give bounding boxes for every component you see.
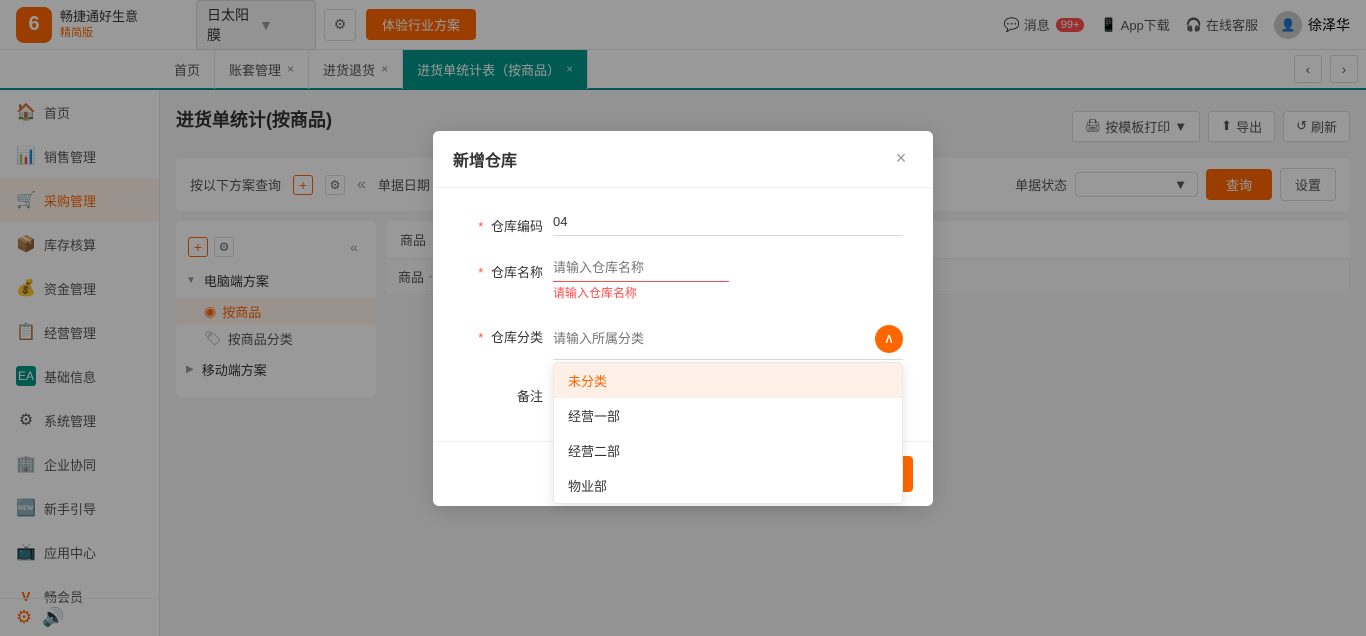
dropdown-item-dept1[interactable]: 经营一部 (554, 398, 902, 433)
name-input[interactable] (553, 254, 729, 282)
category-input-wrap: ∧ (553, 319, 903, 360)
code-input[interactable] (553, 208, 903, 236)
remark-label: 备注 (463, 378, 543, 405)
code-field-row: * 仓库编码 (463, 208, 903, 236)
category-label: * 仓库分类 (463, 319, 543, 346)
dialog-body: * 仓库编码 * 仓库名称 请输入仓库名称 (433, 188, 933, 441)
code-label: * 仓库编码 (463, 208, 543, 235)
dialog-title: 新增仓库 (453, 147, 517, 171)
modal-overlay: 新增仓库 × * 仓库编码 * 仓库名称 (0, 0, 1366, 636)
category-field-row: * 仓库分类 ∧ 未分类 经营一部 经营二部 物业部 (463, 319, 903, 360)
dialog-close-button[interactable]: × (889, 147, 913, 171)
category-input[interactable] (553, 331, 875, 346)
category-dropdown: 未分类 经营一部 经营二部 物业部 (553, 362, 903, 504)
dropdown-item-dept2[interactable]: 经营二部 (554, 433, 902, 468)
category-dropdown-button[interactable]: ∧ (875, 325, 903, 353)
dropdown-item-dept3[interactable]: 物业部 (554, 468, 902, 503)
dropdown-item-uncategorized[interactable]: 未分类 (554, 363, 902, 398)
name-error-msg: 请输入仓库名称 (553, 284, 729, 301)
dialog-header: 新增仓库 × (433, 131, 933, 188)
name-label: * 仓库名称 (463, 254, 543, 281)
category-field: ∧ 未分类 经营一部 经营二部 物业部 (553, 319, 903, 360)
name-field-row: * 仓库名称 请输入仓库名称 (463, 254, 903, 301)
new-warehouse-dialog: 新增仓库 × * 仓库编码 * 仓库名称 (433, 131, 933, 506)
